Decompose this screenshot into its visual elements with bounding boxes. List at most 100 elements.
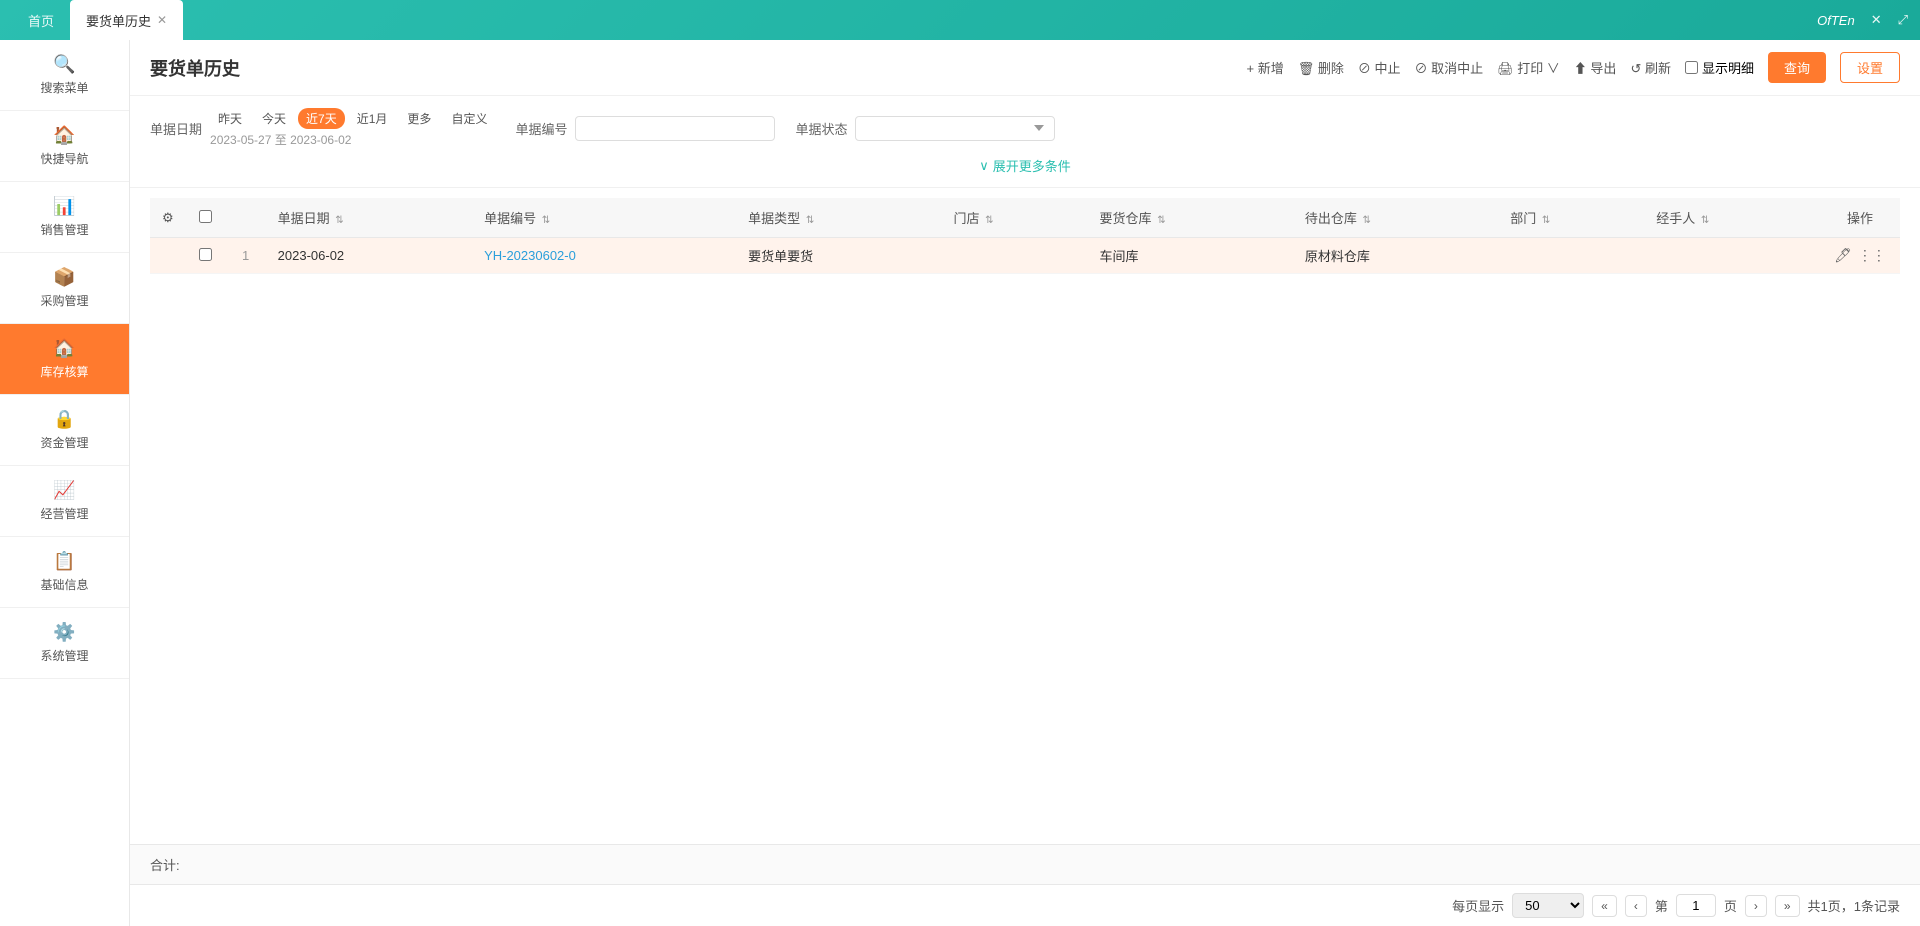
status-select[interactable] (855, 116, 1055, 141)
col-op: 操作 (1820, 198, 1900, 238)
col-date[interactable]: 单据日期 ⇅ (266, 198, 472, 238)
more-icon[interactable]: ⋮⋮ (1858, 247, 1886, 264)
row-pending-warehouse: 原材料仓库 (1293, 238, 1498, 274)
docno-input[interactable] (575, 116, 775, 141)
sidebar-item-sales-mgmt[interactable]: 📊 销售管理 (0, 182, 129, 253)
row-dept (1498, 238, 1644, 274)
sort-icon: ⇅ (985, 215, 993, 226)
doc-no-link[interactable]: YH-20230602-0 (484, 248, 576, 263)
show-detail-checkbox[interactable]: 显示明细 (1685, 58, 1754, 77)
date-btn-yesterday[interactable]: 昨天 (210, 108, 250, 129)
status-filter-label: 单据状态 (795, 119, 847, 138)
docno-filter-group: 单据编号 (515, 116, 775, 141)
sidebar: 🔍 搜索菜单 🏠 快捷导航 📊 销售管理 📦 采购管理 🏠 库存核算 🔒 资金管… (0, 40, 130, 926)
tab-home[interactable]: 首页 (12, 0, 70, 40)
col-doc-no[interactable]: 单据编号 ⇅ (472, 198, 736, 238)
footer-summary: 合计: (130, 844, 1920, 884)
sort-icon: ⇅ (806, 215, 814, 226)
sort-icon: ⇅ (1157, 215, 1165, 226)
date-range-text: 2023-05-27 至 2023-06-02 (210, 131, 495, 148)
col-settings[interactable]: ⚙ (150, 198, 186, 238)
page-size-label: 每页显示 (1452, 896, 1504, 915)
date-options: 昨天 今天 近7天 近1月 更多 自定义 (210, 108, 495, 129)
sort-icon: ⇅ (1701, 215, 1709, 226)
col-store[interactable]: 门店 ⇅ (942, 198, 1088, 238)
sidebar-item-finance-mgmt[interactable]: 🔒 资金管理 (0, 395, 129, 466)
content-area: 要货单历史 + 新增 🗑 删除 ⊘ 中止 ⊘ 取消中止 🖨 打印 ∨ ⬆ 导出 … (130, 40, 1920, 926)
sidebar-item-base-info[interactable]: 📋 基础信息 (0, 537, 129, 608)
export-button[interactable]: ⬆ 导出 (1574, 58, 1617, 77)
cancel-suspend-button[interactable]: ⊘ 取消中止 (1414, 58, 1483, 77)
row-num: 1 (226, 238, 266, 274)
window-close-icon[interactable]: ✕ (1871, 12, 1882, 28)
suspend-button[interactable]: ⊘ 中止 (1358, 58, 1401, 77)
col-handler[interactable]: 经手人 ⇅ (1644, 198, 1820, 238)
sidebar-item-label: 销售管理 (40, 221, 88, 238)
ops-icon: 📈 (53, 480, 75, 501)
settings-icon: ⚙ (162, 210, 174, 225)
sidebar-item-label: 库存核算 (40, 363, 88, 380)
tab-requisition-history[interactable]: 要货单历史 ✕ (70, 0, 183, 40)
pagination-bar: 每页显示 50 20 100 « ‹ 第 页 › » 共1页，1条记录 (130, 884, 1920, 926)
sidebar-item-search-menu[interactable]: 🔍 搜索菜单 (0, 40, 129, 111)
row-doc-no[interactable]: YH-20230602-0 (472, 238, 736, 274)
col-num (226, 198, 266, 238)
sidebar-item-label: 搜索菜单 (40, 79, 88, 96)
date-filter-group: 单据日期 昨天 今天 近7天 近1月 更多 自定义 2023-05-27 至 2… (150, 108, 495, 148)
sidebar-item-quick-nav[interactable]: 🏠 快捷导航 (0, 111, 129, 182)
chart-icon: 📊 (53, 196, 75, 217)
sidebar-item-label: 采购管理 (40, 292, 88, 309)
col-req-warehouse[interactable]: 要货仓库 ⇅ (1088, 198, 1293, 238)
sidebar-item-ops-mgmt[interactable]: 📈 经营管理 (0, 466, 129, 537)
sidebar-item-sys-mgmt[interactable]: ⚙️ 系统管理 (0, 608, 129, 679)
next-page-btn[interactable]: › (1745, 895, 1767, 917)
prev-page-btn[interactable]: ‹ (1625, 895, 1647, 917)
date-btn-more[interactable]: 更多 (399, 108, 439, 129)
status-filter-group: 单据状态 (795, 116, 1055, 141)
date-filter-label: 单据日期 (150, 119, 202, 138)
col-checkbox[interactable] (186, 198, 226, 238)
setting-button[interactable]: 设置 (1840, 52, 1900, 83)
delete-button[interactable]: 🗑 删除 (1298, 58, 1344, 77)
row-doc-type: 要货单要货 (736, 238, 941, 274)
tab-close-icon[interactable]: ✕ (157, 13, 167, 27)
new-button[interactable]: + 新增 (1246, 58, 1283, 77)
date-btn-1month[interactable]: 近1月 (349, 108, 396, 129)
table-container: ⚙ 单据日期 ⇅ 单据编号 ⇅ (130, 188, 1920, 844)
gear-icon: ⚙️ (53, 622, 75, 643)
first-page-btn[interactable]: « (1592, 895, 1617, 917)
col-pending-warehouse[interactable]: 待出仓库 ⇅ (1293, 198, 1498, 238)
summary-label: 合计: (150, 858, 180, 873)
top-bar-right: OfTEn ✕ ⤢ (1817, 12, 1908, 28)
sidebar-item-label: 资金管理 (40, 434, 88, 451)
print-button[interactable]: 🖨 打印 ∨ (1497, 58, 1560, 77)
col-dept[interactable]: 部门 ⇅ (1498, 198, 1644, 238)
sidebar-item-label: 快捷导航 (40, 150, 88, 167)
page-unit: 页 (1724, 896, 1737, 915)
col-doc-type[interactable]: 单据类型 ⇅ (736, 198, 941, 238)
page-input[interactable] (1676, 894, 1716, 917)
refresh-button[interactable]: ↺ 刷新 (1630, 58, 1671, 77)
select-all-checkbox[interactable] (199, 210, 212, 223)
table-header-row: ⚙ 单据日期 ⇅ 单据编号 ⇅ (150, 198, 1900, 238)
expand-more-btn[interactable]: ∨ 展开更多条件 (150, 156, 1900, 175)
row-checkbox[interactable] (186, 238, 226, 274)
page-size-select[interactable]: 50 20 100 (1512, 893, 1584, 918)
sidebar-item-label: 基础信息 (40, 576, 88, 593)
last-page-btn[interactable]: » (1775, 895, 1800, 917)
edit-icon[interactable]: 🖊 (1834, 247, 1852, 264)
sidebar-item-purchase-mgmt[interactable]: 📦 采购管理 (0, 253, 129, 324)
date-btn-7days[interactable]: 近7天 (298, 108, 345, 129)
window-resize-icon[interactable]: ⤢ (1898, 12, 1908, 28)
row-date: 2023-06-02 (266, 238, 472, 274)
sort-icon: ⇅ (1542, 215, 1550, 226)
sort-icon: ⇅ (1363, 215, 1371, 226)
sidebar-item-label: 经营管理 (40, 505, 88, 522)
date-btn-custom[interactable]: 自定义 (443, 108, 495, 129)
page-header: 要货单历史 + 新增 🗑 删除 ⊘ 中止 ⊘ 取消中止 🖨 打印 ∨ ⬆ 导出 … (130, 40, 1920, 96)
date-btn-today[interactable]: 今天 (254, 108, 294, 129)
sidebar-item-inventory[interactable]: 🏠 库存核算 (0, 324, 129, 395)
top-bar: 首页 要货单历史 ✕ OfTEn ✕ ⤢ (0, 0, 1920, 40)
query-button[interactable]: 查询 (1768, 52, 1826, 83)
total-info: 共1页，1条记录 (1808, 896, 1900, 915)
